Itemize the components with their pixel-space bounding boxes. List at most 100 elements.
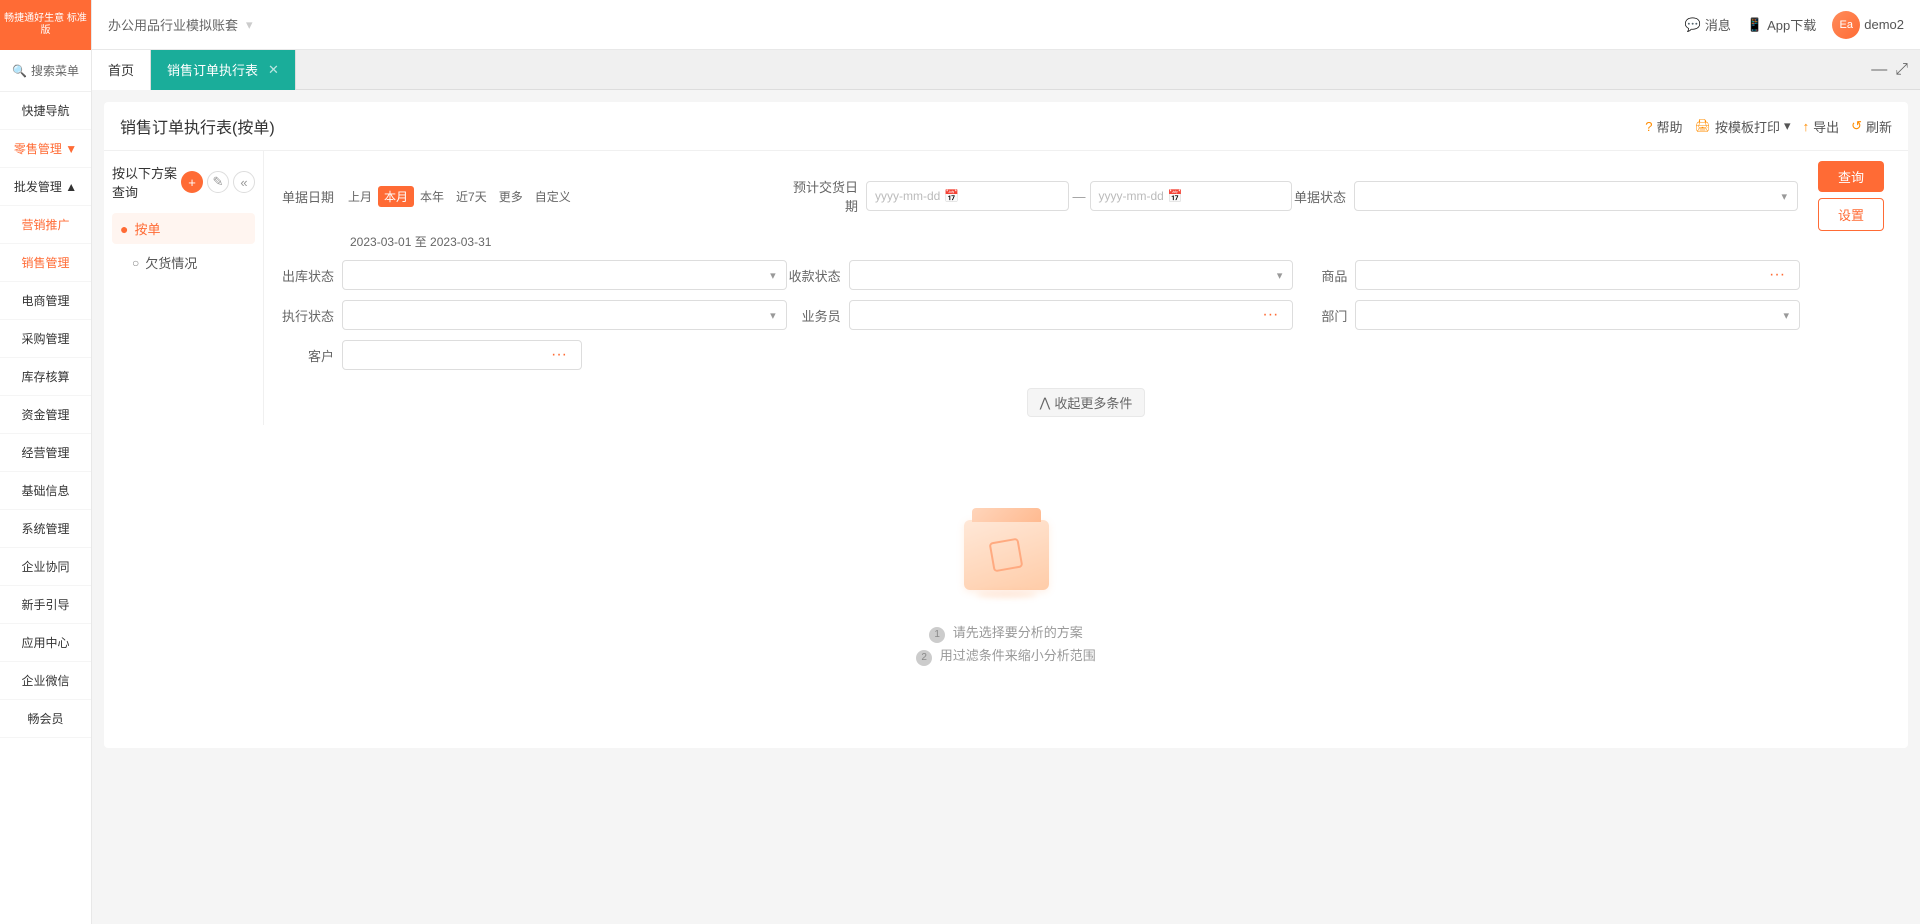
home-tab-label: 首页 <box>108 60 134 79</box>
sidebar-item-wholesale[interactable]: 批发管理 ▲ <box>0 168 91 206</box>
tab-maximize-button[interactable]: ⤢ <box>1895 61 1908 79</box>
goods-input[interactable]: ··· <box>1355 260 1800 290</box>
sidebar-item-label: 营销推广 <box>21 218 69 232</box>
date-tab-last-month[interactable]: 上月 <box>342 186 378 207</box>
empty-text: 1 请先选择要分析的方案 2 用过滤条件来缩小分析范围 <box>916 621 1096 668</box>
goods-label: 商品 <box>1293 266 1355 285</box>
out-status-select[interactable]: ▾ <box>342 260 787 290</box>
sidebar-item-operation[interactable]: 经营管理 <box>0 434 91 472</box>
date-tab-this-year[interactable]: 本年 <box>414 186 450 207</box>
scheme-item-label: 按单 <box>134 219 160 238</box>
date-tab-more[interactable]: 更多 <box>493 186 529 207</box>
page-inner: 销售订单执行表(按单) ? 帮助 🖨 按模板打印 ▾ ↑ 导出 <box>104 102 1908 748</box>
sidebar-item-marketing[interactable]: 营销推广 <box>0 206 91 244</box>
sidebar-item-sales[interactable]: 销售管理 <box>0 244 91 282</box>
sales-order-tab-label: 销售订单执行表 <box>167 60 258 79</box>
exec-status-select[interactable]: ▾ <box>342 300 787 330</box>
search-button[interactable]: 查询 <box>1818 161 1884 192</box>
receipt-status-select[interactable]: ▾ <box>849 260 1294 290</box>
filter-area: 单据日期 上月 本月 本年 近7天 更多 自定义 <box>264 151 1908 425</box>
page-content: 销售订单执行表(按单) ? 帮助 🖨 按模板打印 ▾ ↑ 导出 <box>92 90 1920 924</box>
logo-text: 畅捷通好生意 标准版 <box>0 13 91 37</box>
date-range-text: 2023-03-01 至 2023-03-31 <box>350 235 491 249</box>
tab-sales-order[interactable]: 销售订单执行表 ✕ <box>151 50 296 90</box>
empty-illustration <box>946 505 1066 605</box>
app-download-button[interactable]: 📱 App下载 <box>1747 15 1816 34</box>
tab-close-button[interactable]: ✕ <box>268 62 279 78</box>
date-tab-7days[interactable]: 近7天 <box>450 186 493 207</box>
collapse-more-button[interactable]: ⋀ 收起更多条件 <box>1027 388 1146 417</box>
export-icon: ↑ <box>1803 119 1810 134</box>
sidebar-item-label: 应用中心 <box>21 636 69 650</box>
refresh-button[interactable]: ↺ 刷新 <box>1851 117 1892 136</box>
help-button[interactable]: ? 帮助 <box>1645 117 1682 136</box>
sidebar-item-wechat[interactable]: 企业微信 <box>0 662 91 700</box>
app-logo: 畅捷通好生意 标准版 <box>0 0 91 50</box>
sidebar-item-enterprise[interactable]: 企业协同 <box>0 548 91 586</box>
scheme-panel-title: 按以下方案查询 <box>112 163 181 201</box>
date-tab-this-month[interactable]: 本月 <box>378 186 414 207</box>
print-button[interactable]: 🖨 按模板打印 ▾ <box>1695 117 1791 136</box>
sidebar-item-system[interactable]: 系统管理 <box>0 510 91 548</box>
filter-row-4: 客户 ··· <box>264 330 1908 380</box>
scheme-item-欠货情况[interactable]: ○ 欠货情况 <box>112 248 255 277</box>
expected-date-start[interactable]: yyyy-mm-dd 📅 <box>866 181 1069 211</box>
out-status-dropdown-icon: ▾ <box>770 269 776 282</box>
scheme-sub-label: 欠货情况 <box>145 253 197 272</box>
sidebar-item-purchase[interactable]: 采购管理 <box>0 320 91 358</box>
print-icon: 🖨 <box>1695 118 1712 134</box>
date-tab-custom[interactable]: 自定义 <box>529 186 577 207</box>
sidebar-item-basic[interactable]: 基础信息 <box>0 472 91 510</box>
sidebar-item-newuser[interactable]: 新手引导 <box>0 586 91 624</box>
tab-minimize-button[interactable]: — <box>1871 61 1887 79</box>
scheme-collapse-button[interactable]: « <box>233 171 255 193</box>
sidebar-item-member[interactable]: 畅会员 <box>0 700 91 738</box>
user-menu[interactable]: Ea demo2 <box>1832 11 1904 39</box>
sidebar-item-appcenter[interactable]: 应用中心 <box>0 624 91 662</box>
sidebar-item-label: 经营管理 <box>21 446 69 460</box>
filter-out-status: 出库状态 ▾ <box>280 260 787 290</box>
settings-button[interactable]: 设置 <box>1818 198 1884 231</box>
sidebar-item-label: 采购管理 <box>21 332 69 346</box>
scheme-add-button[interactable]: + <box>181 171 203 193</box>
search-menu-button[interactable]: 🔍 搜索菜单 <box>6 58 85 83</box>
scheme-active-icon: ● <box>120 221 128 237</box>
filter-date-field: 单据日期 上月 本月 本年 近7天 更多 自定义 <box>280 186 786 207</box>
calendar-end-icon: 📅 <box>1168 189 1183 203</box>
filter-department: 部门 ▾ <box>1293 300 1800 330</box>
export-label: 导出 <box>1813 117 1839 136</box>
sidebar-item-ecommerce[interactable]: 电商管理 <box>0 282 91 320</box>
expected-date-end[interactable]: yyyy-mm-dd 📅 <box>1090 181 1293 211</box>
scheme-item-按单[interactable]: ● 按单 <box>112 213 255 244</box>
header-left: 办公用品行业模拟账套 ▾ <box>108 15 253 34</box>
receipt-status-dropdown-icon: ▾ <box>1277 269 1283 282</box>
receipt-status-label: 收款状态 <box>787 266 849 285</box>
date-end-placeholder: yyyy-mm-dd <box>1099 189 1164 203</box>
sidebar-item-retail[interactable]: 零售管理 ▼ <box>0 130 91 168</box>
tab-home[interactable]: 首页 <box>92 50 151 90</box>
chevron-icon: ▼ <box>65 142 77 156</box>
sidebar-item-label: 企业协同 <box>21 560 69 574</box>
search-icon: 🔍 <box>12 64 27 78</box>
sidebar-search[interactable]: 🔍 搜索菜单 <box>0 50 91 92</box>
scheme-edit-button[interactable]: ✎ <box>207 171 229 193</box>
sidebar: 畅捷通好生意 标准版 🔍 搜索菜单 快捷导航 零售管理 ▼ 批发管理 ▲ 营销推… <box>0 0 92 924</box>
message-button[interactable]: 💬 消息 <box>1685 15 1731 34</box>
department-label: 部门 <box>1293 306 1355 325</box>
page-title-actions: ? 帮助 🖨 按模板打印 ▾ ↑ 导出 ↺ 刷新 <box>1645 117 1892 136</box>
sidebar-item-label: 批发管理 <box>14 180 62 194</box>
sidebar-item-quick-nav[interactable]: 快捷导航 <box>0 92 91 130</box>
date-range-display: 2023-03-01 至 2023-03-31 <box>264 231 1908 256</box>
sidebar-item-inventory[interactable]: 库存核算 <box>0 358 91 396</box>
customer-input[interactable]: ··· <box>342 340 582 370</box>
sidebar-item-finance[interactable]: 资金管理 <box>0 396 91 434</box>
refresh-icon: ↺ <box>1851 118 1862 134</box>
sidebar-item-label: 系统管理 <box>21 522 69 536</box>
doc-status-select[interactable]: ▾ <box>1354 181 1798 211</box>
header-right: 💬 消息 📱 App下载 Ea demo2 <box>1685 11 1904 39</box>
filter-doc-status: 单据状态 ▾ <box>1292 181 1798 211</box>
department-select[interactable]: ▾ <box>1355 300 1800 330</box>
filter-goods: 商品 ··· <box>1293 260 1800 290</box>
salesperson-input[interactable]: ··· <box>849 300 1294 330</box>
export-button[interactable]: ↑ 导出 <box>1803 117 1840 136</box>
